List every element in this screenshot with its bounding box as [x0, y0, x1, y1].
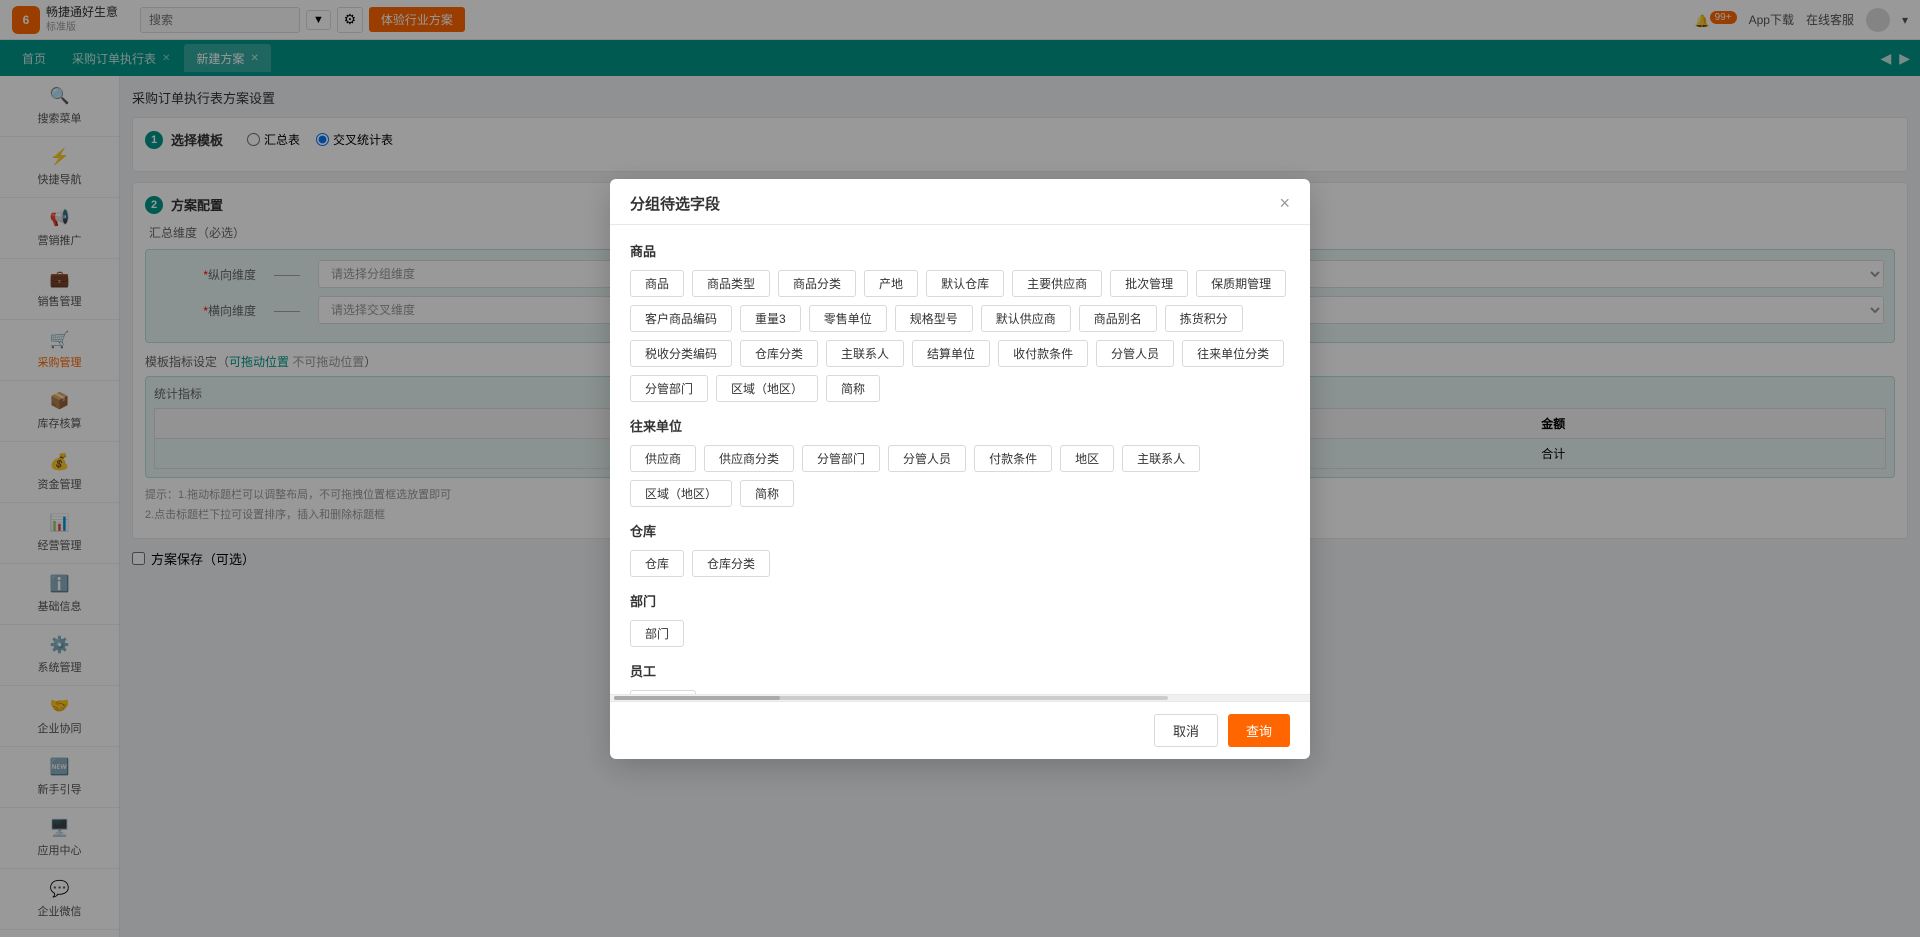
- field-tag-main-supplier[interactable]: 主要供应商: [1012, 270, 1102, 297]
- field-tag-counterparty-category[interactable]: 往来单位分类: [1182, 340, 1284, 367]
- field-tag-warehouse-cat[interactable]: 仓库分类: [692, 550, 770, 577]
- field-tag-default-supplier[interactable]: 默认供应商: [981, 305, 1071, 332]
- group-title-dept: 部门: [630, 591, 1290, 610]
- field-tag-tax-class-code[interactable]: 税收分类编码: [630, 340, 732, 367]
- field-tag-manager2[interactable]: 分管人员: [888, 445, 966, 472]
- group-title-counterparty: 往来单位: [630, 416, 1290, 435]
- field-tag-region-cp[interactable]: 区域（地区）: [630, 480, 732, 507]
- group-title-product: 商品: [630, 241, 1290, 260]
- field-tag-customer-product-code[interactable]: 客户商品编码: [630, 305, 732, 332]
- field-tag-default-warehouse[interactable]: 默认仓库: [926, 270, 1004, 297]
- modal-overlay: 分组待选字段 × 商品 商品 商品类型 商品分类 产地 默认仓库 主要供应商 批…: [0, 0, 1920, 937]
- field-tag-dept-manage2[interactable]: 分管部门: [802, 445, 880, 472]
- field-tag-payment-condition[interactable]: 付款条件: [974, 445, 1052, 472]
- modal-header: 分组待选字段 ×: [610, 179, 1310, 225]
- field-tag-area[interactable]: 地区: [1060, 445, 1114, 472]
- field-tag-dept[interactable]: 部门: [630, 620, 684, 647]
- modal-confirm-btn[interactable]: 查询: [1228, 714, 1290, 747]
- field-tag-pick-points[interactable]: 拣货积分: [1165, 305, 1243, 332]
- field-tags-counterparty: 供应商 供应商分类 分管部门 分管人员 付款条件 地区 主联系人 区域（地区） …: [630, 445, 1290, 507]
- field-tag-product[interactable]: 商品: [630, 270, 684, 297]
- modal-footer: 取消 查询: [610, 701, 1310, 759]
- field-tag-supplier-category[interactable]: 供应商分类: [704, 445, 794, 472]
- field-tags-product: 商品 商品类型 商品分类 产地 默认仓库 主要供应商 批次管理 保质期管理 客户…: [630, 270, 1290, 402]
- field-tag-spec-model[interactable]: 规格型号: [895, 305, 973, 332]
- field-tags-dept: 部门: [630, 620, 1290, 647]
- field-tag-warehouse-category[interactable]: 仓库分类: [740, 340, 818, 367]
- field-tag-product-type[interactable]: 商品类型: [692, 270, 770, 297]
- field-tag-product-alias[interactable]: 商品别名: [1079, 305, 1157, 332]
- field-select-modal: 分组待选字段 × 商品 商品 商品类型 商品分类 产地 默认仓库 主要供应商 批…: [610, 179, 1310, 759]
- field-tag-retail-unit[interactable]: 零售单位: [809, 305, 887, 332]
- field-tag-expiry-mgmt[interactable]: 保质期管理: [1196, 270, 1286, 297]
- field-tag-payment-terms[interactable]: 收付款条件: [998, 340, 1088, 367]
- field-tag-region-product[interactable]: 区域（地区）: [716, 375, 818, 402]
- modal-close-btn[interactable]: ×: [1279, 193, 1290, 214]
- field-tags-warehouse: 仓库 仓库分类: [630, 550, 1290, 577]
- field-tag-settlement-unit[interactable]: 结算单位: [912, 340, 990, 367]
- field-tag-manager[interactable]: 分管人员: [1096, 340, 1174, 367]
- field-tag-origin[interactable]: 产地: [864, 270, 918, 297]
- field-tag-product-category[interactable]: 商品分类: [778, 270, 856, 297]
- field-tag-weight3[interactable]: 重量3: [740, 305, 801, 332]
- field-tag-main-contact[interactable]: 主联系人: [826, 340, 904, 367]
- field-tag-supplier[interactable]: 供应商: [630, 445, 696, 472]
- field-tag-dept-manage[interactable]: 分管部门: [630, 375, 708, 402]
- group-title-warehouse: 仓库: [630, 521, 1290, 540]
- group-title-staff: 员工: [630, 661, 1290, 680]
- field-tag-short-name-product[interactable]: 简称: [826, 375, 880, 402]
- field-tag-warehouse[interactable]: 仓库: [630, 550, 684, 577]
- modal-body: 商品 商品 商品类型 商品分类 产地 默认仓库 主要供应商 批次管理 保质期管理…: [610, 225, 1310, 695]
- field-tag-short-name-cp[interactable]: 简称: [740, 480, 794, 507]
- field-tag-batch-mgmt[interactable]: 批次管理: [1110, 270, 1188, 297]
- modal-cancel-btn[interactable]: 取消: [1154, 714, 1218, 747]
- field-tag-main-contact2[interactable]: 主联系人: [1122, 445, 1200, 472]
- modal-title: 分组待选字段: [630, 193, 720, 214]
